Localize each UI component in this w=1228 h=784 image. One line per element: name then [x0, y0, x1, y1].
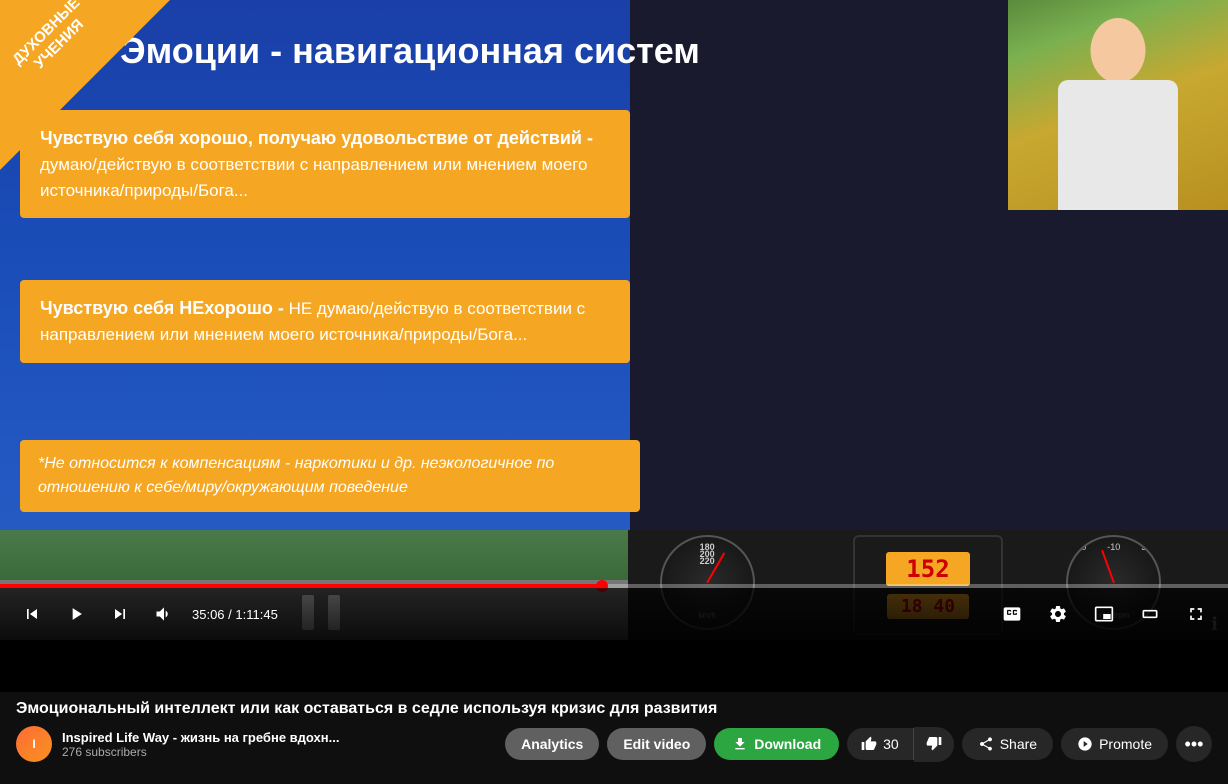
captions-icon — [1002, 604, 1022, 624]
theater-icon — [1140, 604, 1160, 624]
share-icon — [978, 736, 994, 752]
controls-bar: 35:06 / 1:11:45 — [0, 588, 1228, 640]
promote-button[interactable]: Promote — [1061, 728, 1168, 760]
volume-button[interactable] — [148, 598, 180, 630]
badge-text: ДУХОВНЫЕ УЧЕНИЯ — [8, 0, 97, 83]
miniplayer-icon — [1094, 604, 1114, 624]
more-dots-icon: ••• — [1185, 734, 1204, 755]
fullscreen-button[interactable] — [1180, 598, 1212, 630]
volume-icon — [154, 604, 174, 624]
play-icon — [66, 604, 86, 624]
note-text: *Не относится к компенсациям - наркотики… — [38, 452, 622, 500]
skip-forward-icon — [110, 604, 130, 624]
analytics-button[interactable]: Analytics — [505, 728, 599, 760]
skip-back-icon — [22, 604, 42, 624]
controls-right — [996, 598, 1212, 630]
like-dislike-group: 30 — [847, 727, 954, 762]
play-pause-button[interactable] — [60, 598, 92, 630]
share-button[interactable]: Share — [962, 728, 1053, 760]
skip-back-button[interactable] — [16, 598, 48, 630]
badge-triangle: ДУХОВНЫЕ УЧЕНИЯ — [0, 0, 170, 170]
channel-info: Inspired Life Way - жизнь на гребне вдох… — [62, 730, 495, 759]
promote-icon — [1077, 736, 1093, 752]
video-container: ДУХОВНЫЕ УЧЕНИЯ Эмоции - навигационная с… — [0, 0, 1228, 692]
theater-mode-button[interactable] — [1134, 598, 1166, 630]
action-buttons: Analytics Edit video Download 30 Share — [505, 726, 1212, 762]
speed-readout: 152 — [886, 552, 969, 586]
edit-video-button[interactable]: Edit video — [607, 728, 706, 760]
channel-row: I Inspired Life Way - жизнь на гребне вд… — [16, 726, 1212, 762]
settings-icon — [1048, 604, 1068, 624]
channel-name: Inspired Life Way - жизнь на гребне вдох… — [62, 730, 495, 745]
subscriber-count: 276 subscribers — [62, 745, 495, 759]
fullscreen-icon — [1186, 604, 1206, 624]
box2-bold: Чувствую себя НЕхорошо - — [40, 298, 284, 318]
person-head — [1091, 18, 1146, 83]
time-display: 35:06 / 1:11:45 — [192, 607, 278, 622]
skip-forward-button[interactable] — [104, 598, 136, 630]
channel-avatar[interactable]: I — [16, 726, 52, 762]
dislike-button[interactable] — [914, 727, 954, 762]
content-note: *Не относится к компенсациям - наркотики… — [20, 440, 640, 512]
video-title: Эмоциональный интеллект или как оставать… — [16, 700, 1212, 718]
bottom-bar: Эмоциональный интеллект или как оставать… — [0, 692, 1228, 784]
captions-button[interactable] — [996, 598, 1028, 630]
miniplayer-button[interactable] — [1088, 598, 1120, 630]
slide-title: Эмоции - навигационная систем — [120, 30, 1028, 72]
video-frame[interactable]: ДУХОВНЫЕ УЧЕНИЯ Эмоции - навигационная с… — [0, 0, 1228, 640]
more-options-button[interactable]: ••• — [1176, 726, 1212, 762]
thumbs-up-icon — [861, 736, 877, 752]
person-body — [1058, 80, 1178, 210]
like-button[interactable]: 30 — [847, 728, 914, 760]
content-box-2: Чувствую себя НЕхорошо - НЕ думаю/действ… — [20, 280, 630, 363]
settings-button[interactable] — [1042, 598, 1074, 630]
download-icon — [732, 736, 748, 752]
person-frame — [1008, 0, 1228, 210]
download-button[interactable]: Download — [714, 728, 839, 760]
thumbs-down-icon — [926, 735, 942, 751]
